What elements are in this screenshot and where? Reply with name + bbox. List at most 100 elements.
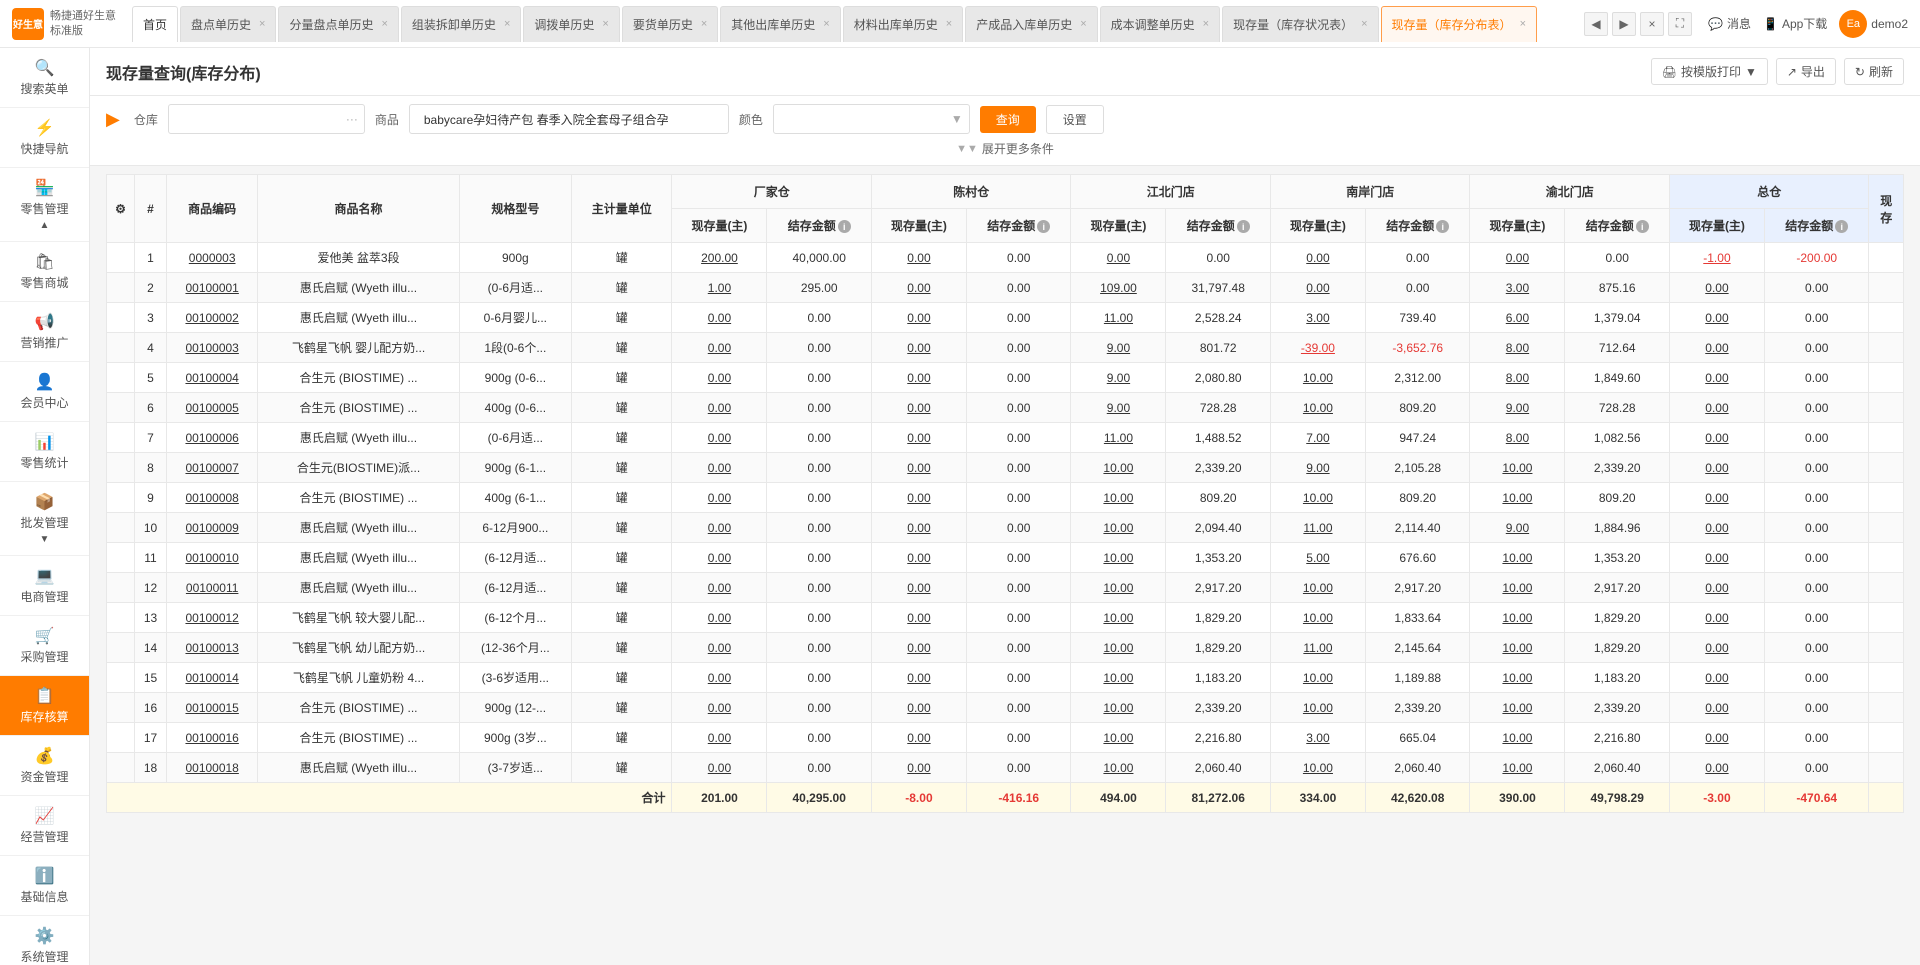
table-cell[interactable]: 0.00 bbox=[871, 543, 966, 573]
tab-close[interactable]: × bbox=[259, 18, 265, 30]
table-cell[interactable]: 0.00 bbox=[1669, 603, 1764, 633]
table-cell[interactable]: 0.00 bbox=[871, 243, 966, 273]
table-cell[interactable]: 8.00 bbox=[1470, 363, 1565, 393]
tab-xiancunliang1[interactable]: 现存量（库存状况表） × bbox=[1222, 6, 1378, 42]
table-cell[interactable]: 10.00 bbox=[1470, 573, 1565, 603]
sidebar-item-quicknav[interactable]: ⚡ 快捷导航 bbox=[0, 108, 89, 168]
table-cell[interactable]: -39.00 bbox=[1270, 333, 1365, 363]
table-cell[interactable]: 0.00 bbox=[871, 453, 966, 483]
tab-close[interactable]: × bbox=[602, 18, 608, 30]
table-cell[interactable]: 0.00 bbox=[1669, 753, 1764, 783]
table-cell[interactable]: 10.00 bbox=[1470, 633, 1565, 663]
info-icon[interactable]: i bbox=[1037, 220, 1050, 233]
table-cell[interactable]: 0.00 bbox=[672, 663, 767, 693]
table-cell[interactable]: 00100008 bbox=[167, 483, 258, 513]
table-cell[interactable]: 10.00 bbox=[1470, 453, 1565, 483]
table-cell[interactable]: 3.00 bbox=[1270, 303, 1365, 333]
table-cell[interactable]: 10.00 bbox=[1270, 483, 1365, 513]
tab-zuzhang[interactable]: 组装拆卸单历史 × bbox=[401, 6, 521, 42]
table-cell[interactable]: 10.00 bbox=[1270, 363, 1365, 393]
table-cell[interactable]: 0.00 bbox=[1669, 363, 1764, 393]
table-cell[interactable]: 9.00 bbox=[1071, 333, 1166, 363]
table-cell[interactable]: 0.00 bbox=[871, 753, 966, 783]
sidebar-item-retailshop[interactable]: 🛍 零售商城 bbox=[0, 242, 89, 302]
collapse-arrow[interactable]: ▶ bbox=[106, 109, 120, 130]
sidebar-item-purchase[interactable]: 🛒 采购管理 bbox=[0, 616, 89, 676]
table-cell[interactable]: 1.00 bbox=[672, 273, 767, 303]
table-cell[interactable]: 0.00 bbox=[672, 723, 767, 753]
sidebar-item-finance[interactable]: 💰 资金管理 bbox=[0, 736, 89, 796]
table-cell[interactable]: 10.00 bbox=[1470, 483, 1565, 513]
sidebar-item-search[interactable]: 🔍 搜索英单 bbox=[0, 48, 89, 108]
table-cell[interactable]: 00100006 bbox=[167, 423, 258, 453]
table-cell[interactable]: 0.00 bbox=[1669, 633, 1764, 663]
table-cell[interactable]: 00100015 bbox=[167, 693, 258, 723]
tab-expand-btn[interactable]: ⛶ bbox=[1668, 12, 1692, 36]
info-icon[interactable]: i bbox=[838, 220, 851, 233]
tab-cailiaochu[interactable]: 材料出库单历史 × bbox=[843, 6, 963, 42]
print-btn[interactable]: 🖨 按模版打印 ▼ bbox=[1651, 58, 1768, 85]
sidebar-item-wholesale[interactable]: 📦 批发管理 ▼ bbox=[0, 482, 89, 556]
table-cell[interactable]: 0.00 bbox=[1669, 663, 1764, 693]
table-cell[interactable]: 10.00 bbox=[1071, 543, 1166, 573]
table-cell[interactable]: 0.00 bbox=[871, 633, 966, 663]
tab-close[interactable]: × bbox=[504, 18, 510, 30]
table-cell[interactable]: 109.00 bbox=[1071, 273, 1166, 303]
color-input[interactable] bbox=[780, 108, 951, 130]
refresh-btn[interactable]: ↻ 刷新 bbox=[1844, 58, 1904, 85]
table-cell[interactable]: 8.00 bbox=[1470, 423, 1565, 453]
table-cell[interactable]: 00100011 bbox=[167, 573, 258, 603]
table-cell[interactable]: 9.00 bbox=[1470, 393, 1565, 423]
sidebar-item-member[interactable]: 👤 会员中心 bbox=[0, 362, 89, 422]
table-cell[interactable]: 0.00 bbox=[1669, 483, 1764, 513]
table-cell[interactable]: 8.00 bbox=[1470, 333, 1565, 363]
table-cell[interactable]: 0.00 bbox=[871, 333, 966, 363]
table-cell[interactable]: 0.00 bbox=[672, 753, 767, 783]
tab-prev-btn[interactable]: ◀ bbox=[1584, 12, 1608, 36]
table-cell[interactable]: 10.00 bbox=[1071, 513, 1166, 543]
table-cell[interactable]: 9.00 bbox=[1270, 453, 1365, 483]
sidebar-item-ecommerce[interactable]: 💻 电商管理 bbox=[0, 556, 89, 616]
table-cell[interactable]: 10.00 bbox=[1270, 663, 1365, 693]
table-cell[interactable]: 9.00 bbox=[1071, 363, 1166, 393]
table-cell[interactable]: 0.00 bbox=[672, 453, 767, 483]
table-cell[interactable]: 10.00 bbox=[1470, 753, 1565, 783]
table-cell[interactable]: 200.00 bbox=[672, 243, 767, 273]
warehouse-input[interactable] bbox=[175, 108, 346, 130]
table-cell[interactable]: 0.00 bbox=[672, 423, 767, 453]
tab-xiancunliang2[interactable]: 现存量（库存分布表） × bbox=[1381, 6, 1537, 42]
table-cell[interactable]: 0.00 bbox=[672, 363, 767, 393]
tab-close-btn[interactable]: × bbox=[1640, 12, 1664, 36]
table-cell[interactable]: 00100007 bbox=[167, 453, 258, 483]
table-cell[interactable]: 10.00 bbox=[1270, 693, 1365, 723]
sidebar-item-basicinfo[interactable]: ℹ️ 基础信息 bbox=[0, 856, 89, 916]
table-cell[interactable]: 10.00 bbox=[1071, 753, 1166, 783]
tab-close[interactable]: × bbox=[1080, 18, 1086, 30]
table-cell[interactable]: 0.00 bbox=[1071, 243, 1166, 273]
table-cell[interactable]: 0.00 bbox=[1669, 693, 1764, 723]
table-cell[interactable]: 0.00 bbox=[1669, 723, 1764, 753]
table-cell[interactable]: 00100010 bbox=[167, 543, 258, 573]
table-cell[interactable]: 0.00 bbox=[871, 723, 966, 753]
table-cell[interactable]: 0.00 bbox=[672, 483, 767, 513]
table-cell[interactable]: 5.00 bbox=[1270, 543, 1365, 573]
table-cell[interactable]: 0.00 bbox=[1669, 543, 1764, 573]
ellipsis-icon[interactable]: ··· bbox=[346, 112, 358, 126]
table-cell[interactable]: 00100004 bbox=[167, 363, 258, 393]
tab-yaohuo[interactable]: 要货单历史 × bbox=[622, 6, 718, 42]
tab-next-btn[interactable]: ▶ bbox=[1612, 12, 1636, 36]
table-cell[interactable]: 0.00 bbox=[871, 513, 966, 543]
table-cell[interactable]: 0.00 bbox=[672, 393, 767, 423]
table-cell[interactable]: 11.00 bbox=[1071, 303, 1166, 333]
table-cell[interactable]: 0.00 bbox=[871, 393, 966, 423]
table-cell[interactable]: 0.00 bbox=[871, 573, 966, 603]
table-cell[interactable]: 10.00 bbox=[1071, 693, 1166, 723]
table-cell[interactable]: 0.00 bbox=[1669, 573, 1764, 603]
table-cell[interactable]: 0.00 bbox=[871, 303, 966, 333]
table-cell[interactable]: 0000003 bbox=[167, 243, 258, 273]
tab-pandian[interactable]: 盘点单历史 × bbox=[180, 6, 276, 42]
table-cell[interactable]: 11.00 bbox=[1071, 423, 1166, 453]
tab-chenben[interactable]: 成本调整单历史 × bbox=[1100, 6, 1220, 42]
table-cell[interactable]: 0.00 bbox=[672, 603, 767, 633]
table-cell[interactable]: 10.00 bbox=[1470, 543, 1565, 573]
